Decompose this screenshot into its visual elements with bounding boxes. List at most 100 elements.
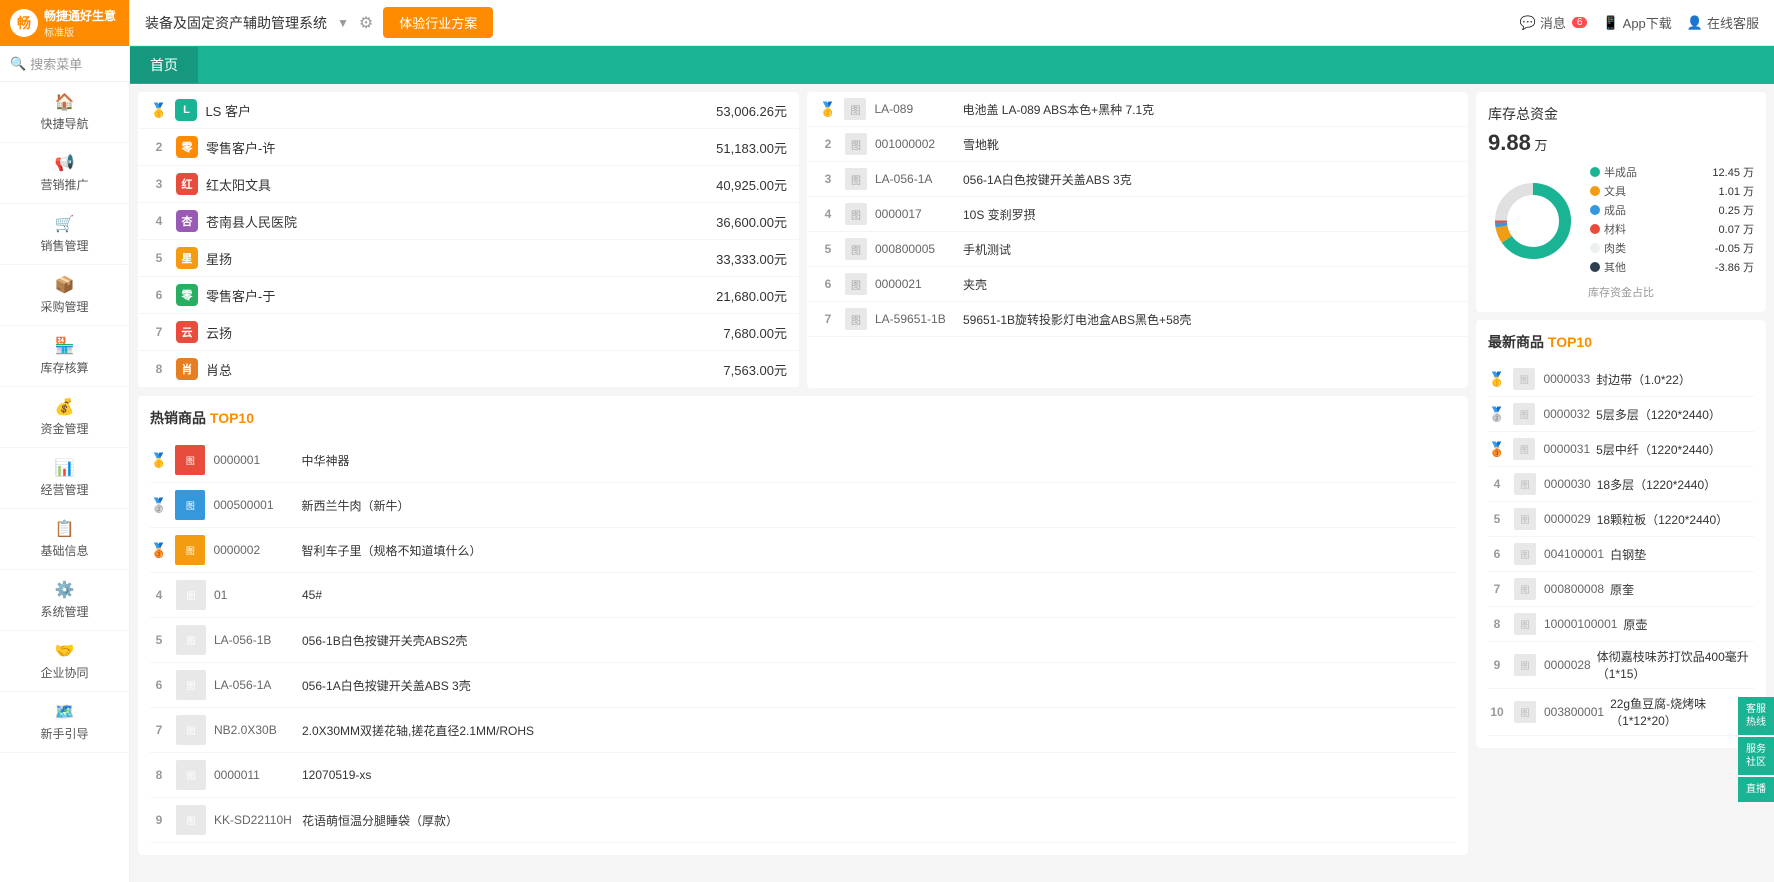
app-download-item[interactable]: 📱 App下载 bbox=[1602, 13, 1671, 32]
table-row: 7 云 云扬 7,680.00元 bbox=[138, 314, 799, 351]
trial-button[interactable]: 体验行业方案 bbox=[383, 7, 493, 38]
sidebar-item-home[interactable]: 🏠快捷导航 bbox=[0, 82, 129, 143]
product-info: 003800001 22g鱼豆腐-烧烤味（1*12*20） bbox=[1544, 695, 1754, 729]
nav-label-sales: 销售管理 bbox=[40, 237, 88, 254]
rank-number: 6 bbox=[150, 286, 168, 304]
sidebar-item-sales[interactable]: 🛒销售管理 bbox=[0, 204, 129, 265]
search-icon: 🔍 bbox=[10, 56, 26, 72]
sidebar-item-system[interactable]: ⚙️系统管理 bbox=[0, 570, 129, 631]
service-bar-item[interactable]: 客服 热线 bbox=[1738, 697, 1774, 735]
table-row: 🥇 图 LA-089 电池盖 LA-089 ABS本色+黑种 7.1克 bbox=[807, 92, 1468, 127]
sidebar-item-inventory[interactable]: 🏪库存核算 bbox=[0, 326, 129, 387]
legend-value: 0.25 万 bbox=[1719, 202, 1754, 218]
product-code: 000800005 bbox=[875, 242, 955, 256]
product-info: 0000030 18多层（1220*2440） bbox=[1544, 476, 1754, 493]
product-code: 0000021 bbox=[875, 277, 955, 291]
sidebar-item-guide[interactable]: 🗺️新手引导 bbox=[0, 692, 129, 753]
product-code: 10000100001 bbox=[1544, 617, 1617, 631]
product-code: LA-056-1B bbox=[214, 633, 294, 647]
customer-avatar: 云 bbox=[176, 321, 198, 343]
medal-icon: 🥉 bbox=[150, 542, 167, 559]
product-thumb: 图 bbox=[176, 715, 206, 745]
product-code: 001000002 bbox=[875, 137, 955, 151]
product-code: 004100001 bbox=[1544, 547, 1604, 561]
product-thumb: 图 bbox=[176, 580, 206, 610]
product-img: 图 bbox=[1514, 543, 1536, 565]
sidebar: 畅 畅捷通好生意 标准版 🔍 搜索菜单 🏠快捷导航📢营销推广🛒销售管理📦采购管理… bbox=[0, 0, 130, 882]
customer-avatar: 红 bbox=[176, 173, 198, 195]
settings-icon[interactable]: ⚙ bbox=[359, 13, 373, 33]
message-icon: 💬 bbox=[1520, 15, 1536, 31]
customer-avatar: 肖 bbox=[176, 358, 198, 380]
list-item: 5 图 0000029 18颗粒板（1220*2440） bbox=[1488, 502, 1754, 537]
sidebar-item-purchase[interactable]: 📦采购管理 bbox=[0, 265, 129, 326]
inventory-total: 9.88 万 bbox=[1488, 130, 1754, 156]
sidebar-search[interactable]: 🔍 搜索菜单 bbox=[0, 46, 129, 82]
nav-label-home: 快捷导航 bbox=[40, 115, 88, 132]
legend-label: 成品 bbox=[1604, 202, 1719, 218]
customer-amount: 33,333.00元 bbox=[716, 249, 787, 268]
product-code: 0000033 bbox=[1543, 372, 1590, 386]
list-item: 5 图 LA-056-1B 056-1B白色按键开关壳ABS2壳 bbox=[150, 618, 1456, 663]
customer-name: 星扬 bbox=[206, 249, 708, 268]
medal-icon: 🥇 bbox=[150, 452, 167, 469]
list-item: 🥇 图 0000001 中华神器 bbox=[150, 438, 1456, 483]
product-name: 新西兰牛肉（新牛） bbox=[301, 497, 1456, 514]
sidebar-item-operation[interactable]: 📊经营管理 bbox=[0, 448, 129, 509]
legend-value: 12.45 万 bbox=[1712, 164, 1754, 180]
tab-home[interactable]: 首页 bbox=[130, 47, 198, 83]
inventory-title: 库存总资金 bbox=[1488, 104, 1754, 124]
service-bar-item[interactable]: 直播 bbox=[1738, 777, 1774, 802]
legend-label: 肉类 bbox=[1604, 240, 1715, 256]
inventory-chart-area: 半成品 12.45 万 文具 1.01 万 成品 0.25 万 材料 0.07 … bbox=[1488, 164, 1754, 278]
topbar: 装备及固定资产辅助管理系统 ▼ ⚙ 体验行业方案 💬 消息 6 📱 App下载 … bbox=[130, 0, 1774, 46]
customer-name: 苍南县人民医院 bbox=[206, 212, 708, 231]
main-area: 装备及固定资产辅助管理系统 ▼ ⚙ 体验行业方案 💬 消息 6 📱 App下载 … bbox=[130, 0, 1774, 882]
sidebar-item-marketing[interactable]: 📢营销推广 bbox=[0, 143, 129, 204]
product-name: 5层中纤（1220*2440） bbox=[1596, 441, 1721, 458]
table-row: 5 星 星扬 33,333.00元 bbox=[138, 240, 799, 277]
table-row: 6 零 零售客户-于 21,680.00元 bbox=[138, 277, 799, 314]
product-code: NB2.0X30B bbox=[214, 723, 294, 737]
online-service-item[interactable]: 👤 在线客服 bbox=[1687, 13, 1759, 32]
product-code: LA-056-1A bbox=[875, 172, 955, 186]
nav-icon-inventory: 🏪 bbox=[55, 336, 75, 356]
rank-number: 5 bbox=[819, 240, 837, 258]
rank-number: 2 bbox=[819, 135, 837, 153]
list-item: 10 图 003800001 22g鱼豆腐-烧烤味（1*12*20） bbox=[1488, 689, 1754, 736]
product-img: 图 bbox=[1514, 654, 1536, 676]
customer-name: 红太阳文具 bbox=[206, 175, 708, 194]
product-name: 白钢垫 bbox=[1610, 546, 1646, 563]
inventory-card: 库存总资金 9.88 万 bbox=[1476, 92, 1766, 312]
nav-label-finance: 资金管理 bbox=[40, 420, 88, 437]
product-name: 花语萌恒温分腿睡袋（厚款） bbox=[302, 812, 1456, 829]
table-row: 8 肖 肖总 7,563.00元 bbox=[138, 351, 799, 388]
product-name: 雪地靴 bbox=[963, 136, 1456, 153]
product-info: 0000028 体彻嘉枝味苏打饮品400毫升（1*15） bbox=[1544, 648, 1754, 682]
product-info: 0000033 封边带（1.0*22） bbox=[1543, 371, 1754, 388]
customer-avatar: 星 bbox=[176, 247, 198, 269]
sidebar-item-enterprise[interactable]: 🤝企业协同 bbox=[0, 631, 129, 692]
rank-number: 7 bbox=[819, 310, 837, 328]
product-name: 59651-1B旋转投影灯电池盒ABS黑色+58壳 bbox=[963, 311, 1456, 328]
medal-icon: 🥇 bbox=[150, 102, 167, 119]
product-info: 0000029 18颗粒板（1220*2440） bbox=[1544, 511, 1754, 528]
list-item: 7 图 000800008 原奎 bbox=[1488, 572, 1754, 607]
message-item[interactable]: 💬 消息 6 bbox=[1520, 13, 1588, 32]
sidebar-item-finance[interactable]: 💰资金管理 bbox=[0, 387, 129, 448]
legend-item: 材料 0.07 万 bbox=[1590, 221, 1754, 237]
topbar-dropdown-icon[interactable]: ▼ bbox=[337, 16, 349, 30]
product-name: 原壶 bbox=[1623, 616, 1647, 633]
product-code: 0000030 bbox=[1544, 477, 1591, 491]
customer-amount: 51,183.00元 bbox=[716, 138, 787, 157]
product-name: 原奎 bbox=[1610, 581, 1634, 598]
service-bar-item[interactable]: 服务 社区 bbox=[1738, 737, 1774, 775]
legend-label: 文具 bbox=[1604, 183, 1719, 199]
nav-icon-guide: 🗺️ bbox=[55, 702, 75, 722]
sales-customers-card: 🥇 L LS 客户 53,006.26元 2 零 零售客户-许 51,183.0… bbox=[138, 92, 799, 388]
table-row: 7 图 LA-59651-1B 59651-1B旋转投影灯电池盒ABS黑色+58… bbox=[807, 302, 1468, 337]
product-code: 0000028 bbox=[1544, 658, 1591, 672]
rank-number: 7 bbox=[1488, 580, 1506, 598]
sidebar-item-basic[interactable]: 📋基础信息 bbox=[0, 509, 129, 570]
table-row: 3 红 红太阳文具 40,925.00元 bbox=[138, 166, 799, 203]
